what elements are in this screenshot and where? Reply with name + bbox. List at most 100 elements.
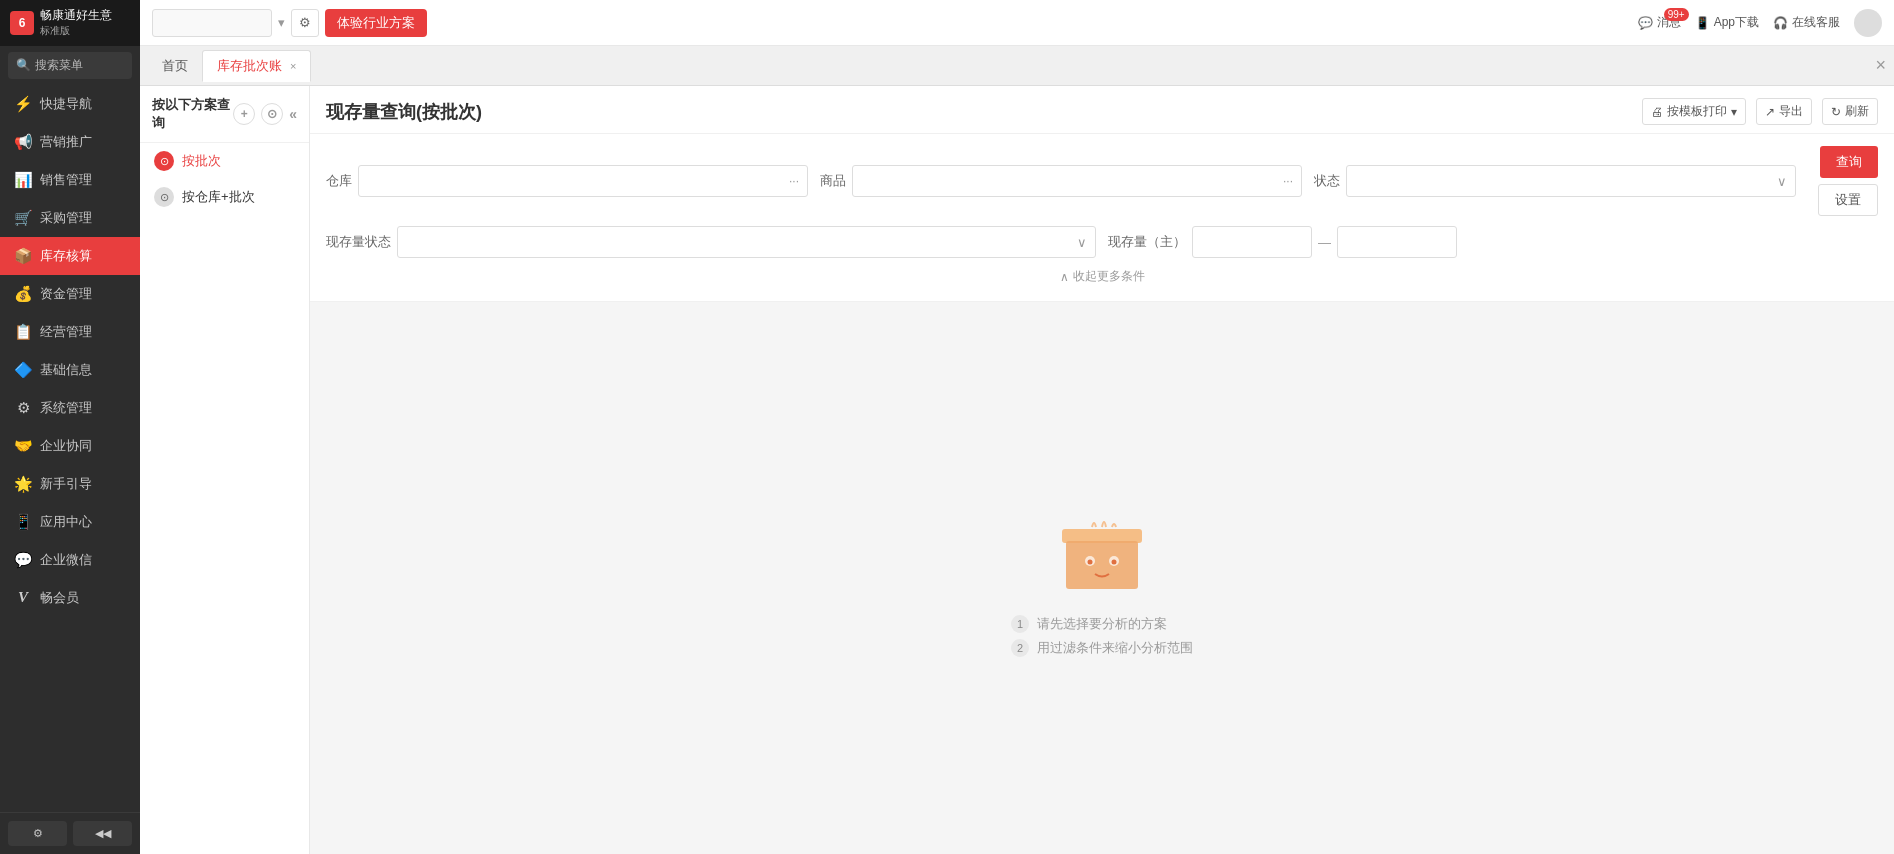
query-button[interactable]: 查询 bbox=[1820, 146, 1878, 178]
sidebar-item-basic[interactable]: 🔷 基础信息 bbox=[0, 351, 140, 389]
settings-bottom-btn[interactable]: ⚙ bbox=[8, 821, 67, 846]
status-label: 状态 bbox=[1314, 172, 1340, 190]
refresh-btn[interactable]: ↻ 刷新 bbox=[1822, 98, 1878, 125]
tip-num-2: 2 bbox=[1011, 639, 1029, 657]
warehouse-more-icon[interactable]: ··· bbox=[789, 174, 799, 188]
set-button[interactable]: 设置 bbox=[1818, 184, 1878, 216]
svg-point-4 bbox=[1088, 560, 1093, 565]
finance-icon: 💰 bbox=[14, 285, 32, 303]
tab-close-main-btn[interactable]: × bbox=[1875, 55, 1886, 76]
app-name: 畅康通好生意 bbox=[40, 8, 112, 24]
online-service-btn[interactable]: 🎧 在线客服 bbox=[1773, 14, 1840, 31]
messages-btn[interactable]: 💬 消息 99+ bbox=[1638, 14, 1681, 31]
collapse-sidebar-btn[interactable]: ◀◀ bbox=[73, 821, 132, 846]
inventory-status-label: 现存量状态 bbox=[326, 233, 391, 251]
topbar-gear-button[interactable]: ⚙ bbox=[291, 9, 319, 37]
wechat-icon: 💬 bbox=[14, 551, 32, 569]
sidebar-item-label: 企业协同 bbox=[40, 437, 92, 455]
sidebar-item-operations[interactable]: 📋 经营管理 bbox=[0, 313, 140, 351]
sidebar-item-enterprise[interactable]: 🤝 企业协同 bbox=[0, 427, 140, 465]
sidebar-search[interactable]: 🔍 搜索菜单 bbox=[8, 52, 132, 79]
product-label: 商品 bbox=[820, 172, 846, 190]
inventory-qty-to[interactable] bbox=[1337, 226, 1457, 258]
sidebar-item-system[interactable]: ⚙ 系统管理 bbox=[0, 389, 140, 427]
home-tab-label: 首页 bbox=[162, 57, 188, 75]
status-select[interactable]: ∨ bbox=[1346, 165, 1796, 197]
service-icon: 🎧 bbox=[1773, 16, 1788, 30]
tab-home[interactable]: 首页 bbox=[148, 50, 202, 82]
collapse-label: 收起更多条件 bbox=[1073, 268, 1145, 285]
purchase-icon: 🛒 bbox=[14, 209, 32, 227]
sidebar-item-finance[interactable]: 💰 资金管理 bbox=[0, 275, 140, 313]
tab-close-icon[interactable]: × bbox=[290, 61, 296, 72]
tabbar: 首页 库存批次账 × × bbox=[140, 46, 1894, 86]
quicknav-icon: ⚡ bbox=[14, 95, 32, 113]
plan-settings-btn[interactable]: ⊙ bbox=[261, 103, 283, 125]
tab-label: 库存批次账 bbox=[217, 57, 282, 75]
print-label: 按模板打印 bbox=[1667, 103, 1727, 120]
plan-item-batch[interactable]: ⊙ 按批次 bbox=[140, 143, 309, 179]
sidebar-item-label: 新手引导 bbox=[40, 475, 92, 493]
sidebar-item-marketing[interactable]: 📢 营销推广 bbox=[0, 123, 140, 161]
plan-icon-active: ⊙ bbox=[154, 151, 174, 171]
sidebar-item-vip[interactable]: V 畅会员 bbox=[0, 579, 140, 617]
export-label: 导出 bbox=[1779, 103, 1803, 120]
left-panel-header: 按以下方案查询 + ⊙ « bbox=[140, 86, 309, 143]
plan-item-warehouse-batch[interactable]: ⊙ 按仓库+批次 bbox=[140, 179, 309, 215]
message-badge: 99+ bbox=[1664, 8, 1689, 21]
settings-icon: ⊙ bbox=[267, 107, 277, 121]
search-icon: 🔍 bbox=[16, 58, 31, 72]
empty-illustration bbox=[1052, 499, 1152, 599]
tip-text-2: 用过滤条件来缩小分析范围 bbox=[1037, 639, 1193, 657]
product-input[interactable]: ··· bbox=[852, 165, 1302, 197]
print-btn[interactable]: 🖨 按模板打印 ▾ bbox=[1642, 98, 1746, 125]
add-plan-btn[interactable]: + bbox=[233, 103, 255, 125]
inventory-icon: 📦 bbox=[14, 247, 32, 265]
left-panel-title: 按以下方案查询 bbox=[152, 96, 233, 132]
topbar-left: ▾ ⚙ 体验行业方案 bbox=[152, 9, 1628, 37]
sidebar-item-inventory[interactable]: 📦 库存核算 bbox=[0, 237, 140, 275]
sidebar-item-label: 资金管理 bbox=[40, 285, 92, 303]
topbar-search-input[interactable] bbox=[152, 9, 272, 37]
export-btn[interactable]: ↗ 导出 bbox=[1756, 98, 1812, 125]
filter-inventory-status: 现存量状态 ∨ bbox=[326, 226, 1096, 258]
filter-warehouse: 仓库 ··· bbox=[326, 165, 808, 197]
sidebar-item-quicknav[interactable]: ⚡ 快捷导航 bbox=[0, 85, 140, 123]
sidebar-menu: ⚡ 快捷导航 📢 营销推广 📊 销售管理 🛒 采购管理 📦 库存核算 💰 资金管… bbox=[0, 85, 140, 812]
filter-row-1: 仓库 ··· 商品 ··· 状态 bbox=[326, 146, 1878, 216]
topbar-arrow-icon[interactable]: ▾ bbox=[278, 15, 285, 30]
warehouse-label: 仓库 bbox=[326, 172, 352, 190]
left-panel: 按以下方案查询 + ⊙ « ⊙ 按批次 ⊙ 按仓库+批次 bbox=[140, 86, 310, 854]
trial-btn[interactable]: 体验行业方案 bbox=[325, 9, 427, 37]
sidebar-item-purchase[interactable]: 🛒 采购管理 bbox=[0, 199, 140, 237]
sidebar-item-apps[interactable]: 📱 应用中心 bbox=[0, 503, 140, 541]
inventory-status-select[interactable]: ∨ bbox=[397, 226, 1096, 258]
user-avatar[interactable] bbox=[1854, 9, 1882, 37]
tab-inventory-batch[interactable]: 库存批次账 × bbox=[202, 50, 311, 82]
topbar: ▾ ⚙ 体验行业方案 💬 消息 99+ 📱 App下载 🎧 在线客服 bbox=[140, 0, 1894, 46]
print-icon: 🖨 bbox=[1651, 105, 1663, 119]
empty-tip-1: 1 请先选择要分析的方案 bbox=[1011, 615, 1193, 633]
plan-label: 按批次 bbox=[182, 152, 221, 170]
empty-tips: 1 请先选择要分析的方案 2 用过滤条件来缩小分析范围 bbox=[1011, 615, 1193, 657]
print-arrow-icon: ▾ bbox=[1731, 105, 1737, 119]
sidebar-item-label: 库存核算 bbox=[40, 247, 92, 265]
warehouse-input[interactable]: ··· bbox=[358, 165, 808, 197]
sidebar-item-guide[interactable]: 🌟 新手引导 bbox=[0, 465, 140, 503]
sidebar-item-label: 销售管理 bbox=[40, 171, 92, 189]
filter-row-2: 现存量状态 ∨ 现存量（主） — bbox=[326, 226, 1878, 258]
basic-icon: 🔷 bbox=[14, 361, 32, 379]
product-more-icon[interactable]: ··· bbox=[1283, 174, 1293, 188]
left-panel-icons: + ⊙ « bbox=[233, 103, 297, 125]
collapse-left-panel-btn[interactable]: « bbox=[289, 106, 297, 122]
plan-icon-inactive: ⊙ bbox=[154, 187, 174, 207]
online-service-label: 在线客服 bbox=[1792, 14, 1840, 31]
collapse-more-btn[interactable]: ∧ 收起更多条件 bbox=[326, 264, 1878, 289]
empty-state: 1 请先选择要分析的方案 2 用过滤条件来缩小分析范围 bbox=[1011, 499, 1193, 657]
sidebar-item-sales[interactable]: 📊 销售管理 bbox=[0, 161, 140, 199]
sidebar-item-wechat[interactable]: 💬 企业微信 bbox=[0, 541, 140, 579]
guide-icon: 🌟 bbox=[14, 475, 32, 493]
app-download-btn[interactable]: 📱 App下载 bbox=[1695, 14, 1759, 31]
inventory-qty-from[interactable] bbox=[1192, 226, 1312, 258]
empty-tip-2: 2 用过滤条件来缩小分析范围 bbox=[1011, 639, 1193, 657]
